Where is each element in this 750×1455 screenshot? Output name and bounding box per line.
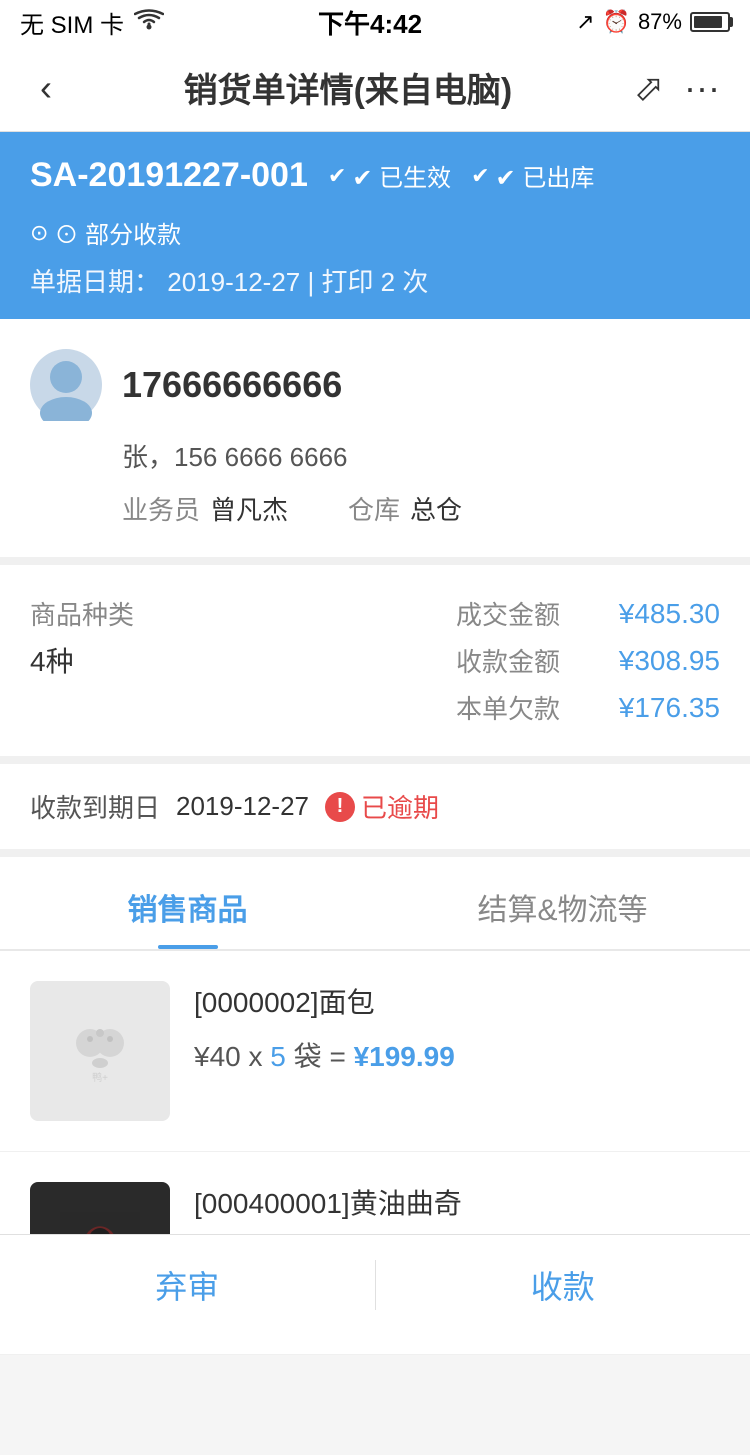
due-label: 收款到期日	[30, 788, 160, 825]
tab-settlement[interactable]: 结算&物流等	[375, 857, 750, 949]
debt-row: 本单欠款 ¥176.35	[456, 689, 720, 726]
print-info: | 打印 2 次	[307, 267, 428, 297]
order-date-row: 单据日期： 2019-12-27 | 打印 2 次	[30, 262, 720, 299]
tab-settlement-label: 结算&物流等	[477, 894, 647, 927]
customer-phone: 17666666666	[122, 364, 342, 406]
sales-label: 业务员	[122, 490, 200, 527]
product-image-1: 鸭+	[30, 981, 170, 1121]
customer-name-phone: 张，156 6666 6666	[122, 437, 720, 474]
category-value: 4种	[30, 640, 134, 680]
warehouse: 仓库 总仓	[348, 490, 462, 527]
status-bar: 无 SIM 卡 下午4:42 ↗ ⏰ 87%	[0, 0, 750, 44]
received-label: 收款金额	[456, 642, 560, 679]
status-left: 无 SIM 卡	[20, 5, 164, 40]
debt-value: ¥176.35	[580, 692, 720, 724]
warehouse-value: 总仓	[410, 490, 462, 527]
overdue-badge: ! 已逾期	[325, 788, 439, 825]
amount-stats: 成交金额 ¥485.30 收款金额 ¥308.95 本单欠款 ¥176.35	[456, 595, 720, 726]
back-button[interactable]: ‹	[30, 57, 62, 119]
warehouse-label: 仓库	[348, 490, 400, 527]
debt-label: 本单欠款	[456, 689, 560, 726]
due-date-section: 收款到期日 2019-12-27 ! 已逾期	[0, 764, 750, 857]
clock-icon: ⊙	[30, 220, 48, 246]
product-item: 鸭+ [0000002]面包 ¥40 x 5 袋 = ¥199.99	[0, 951, 750, 1152]
product-qty-1: 5	[270, 1041, 286, 1072]
sales-person: 业务员 曾凡杰	[122, 490, 288, 527]
product-details-1: [0000002]面包 ¥40 x 5 袋 = ¥199.99	[194, 981, 720, 1075]
location-icon: ↗	[576, 9, 594, 35]
cancel-review-button[interactable]: 弃审	[0, 1242, 375, 1328]
share-icon[interactable]: ⬀	[634, 67, 664, 109]
customer-meta: 业务员 曾凡杰 仓库 总仓	[122, 490, 720, 527]
nav-bar: ‹ 销货单详情(来自电脑) ⬀ ···	[0, 44, 750, 132]
customer-section: 17666666666 张，156 6666 6666 业务员 曾凡杰 仓库 总…	[0, 319, 750, 565]
product-price-1: ¥40 x 5 袋 = ¥199.99	[194, 1035, 720, 1075]
date-value: 2019-12-27	[167, 267, 300, 297]
order-id: SA-20191227-001	[30, 156, 308, 195]
check-icon-1: ✔	[328, 163, 346, 189]
product-unit-1: 袋	[294, 1041, 322, 1072]
amount-value: ¥485.30	[580, 598, 720, 630]
wifi-icon	[134, 8, 164, 37]
category-stats: 商品种类 4种	[30, 595, 134, 680]
tabs-section: 销售商品 结算&物流等	[0, 857, 750, 951]
customer-top: 17666666666	[30, 349, 720, 421]
product-total-1: ¥199.99	[354, 1041, 455, 1072]
page-title: 销货单详情(来自电脑)	[184, 63, 513, 112]
price-base-1: ¥40	[194, 1041, 241, 1072]
status-time: 下午4:42	[318, 4, 422, 41]
nav-actions: ⬀ ···	[634, 67, 720, 109]
check-icon-2: ✔	[471, 163, 489, 189]
sales-value: 曾凡杰	[210, 490, 288, 527]
status-partial: ⊙ ⊙ 部分收款	[30, 215, 181, 250]
collect-payment-button[interactable]: 收款	[376, 1242, 750, 1328]
received-row: 收款金额 ¥308.95	[456, 642, 720, 679]
date-label: 单据日期：	[30, 267, 160, 297]
category-label: 商品种类	[30, 595, 134, 632]
overdue-icon: !	[325, 792, 355, 822]
carrier-text: 无 SIM 卡	[20, 5, 124, 40]
battery-text: 87%	[638, 9, 682, 35]
customer-avatar	[30, 349, 102, 421]
product-name-1: [0000002]面包	[194, 981, 720, 1021]
received-value: ¥308.95	[580, 645, 720, 677]
status-active: ✔ ✔ 已生效	[328, 158, 451, 193]
overdue-text: 已逾期	[361, 788, 439, 825]
tab-sales-products[interactable]: 销售商品	[0, 857, 375, 949]
battery-icon	[690, 12, 730, 32]
svg-text:鸭+: 鸭+	[92, 1071, 108, 1084]
more-icon[interactable]: ···	[684, 67, 720, 109]
amount-row: 成交金额 ¥485.30	[456, 595, 720, 632]
stats-section: 商品种类 4种 成交金额 ¥485.30 收款金额 ¥308.95 本单欠款 ¥…	[0, 565, 750, 764]
status-shipped: ✔ ✔ 已出库	[471, 158, 594, 193]
amount-label: 成交金额	[456, 595, 560, 632]
bottom-bar: 弃审 收款	[0, 1234, 750, 1334]
order-header: SA-20191227-001 ✔ ✔ 已生效 ✔ ✔ 已出库 ⊙ ⊙ 部分收款…	[0, 132, 750, 319]
tab-sales-label: 销售商品	[128, 894, 248, 927]
product-name-2: [000400001]黄油曲奇	[194, 1182, 720, 1222]
status-right: ↗ ⏰ 87%	[576, 9, 730, 35]
due-date-value: 2019-12-27	[176, 791, 309, 822]
alarm-icon: ⏰	[603, 9, 630, 35]
